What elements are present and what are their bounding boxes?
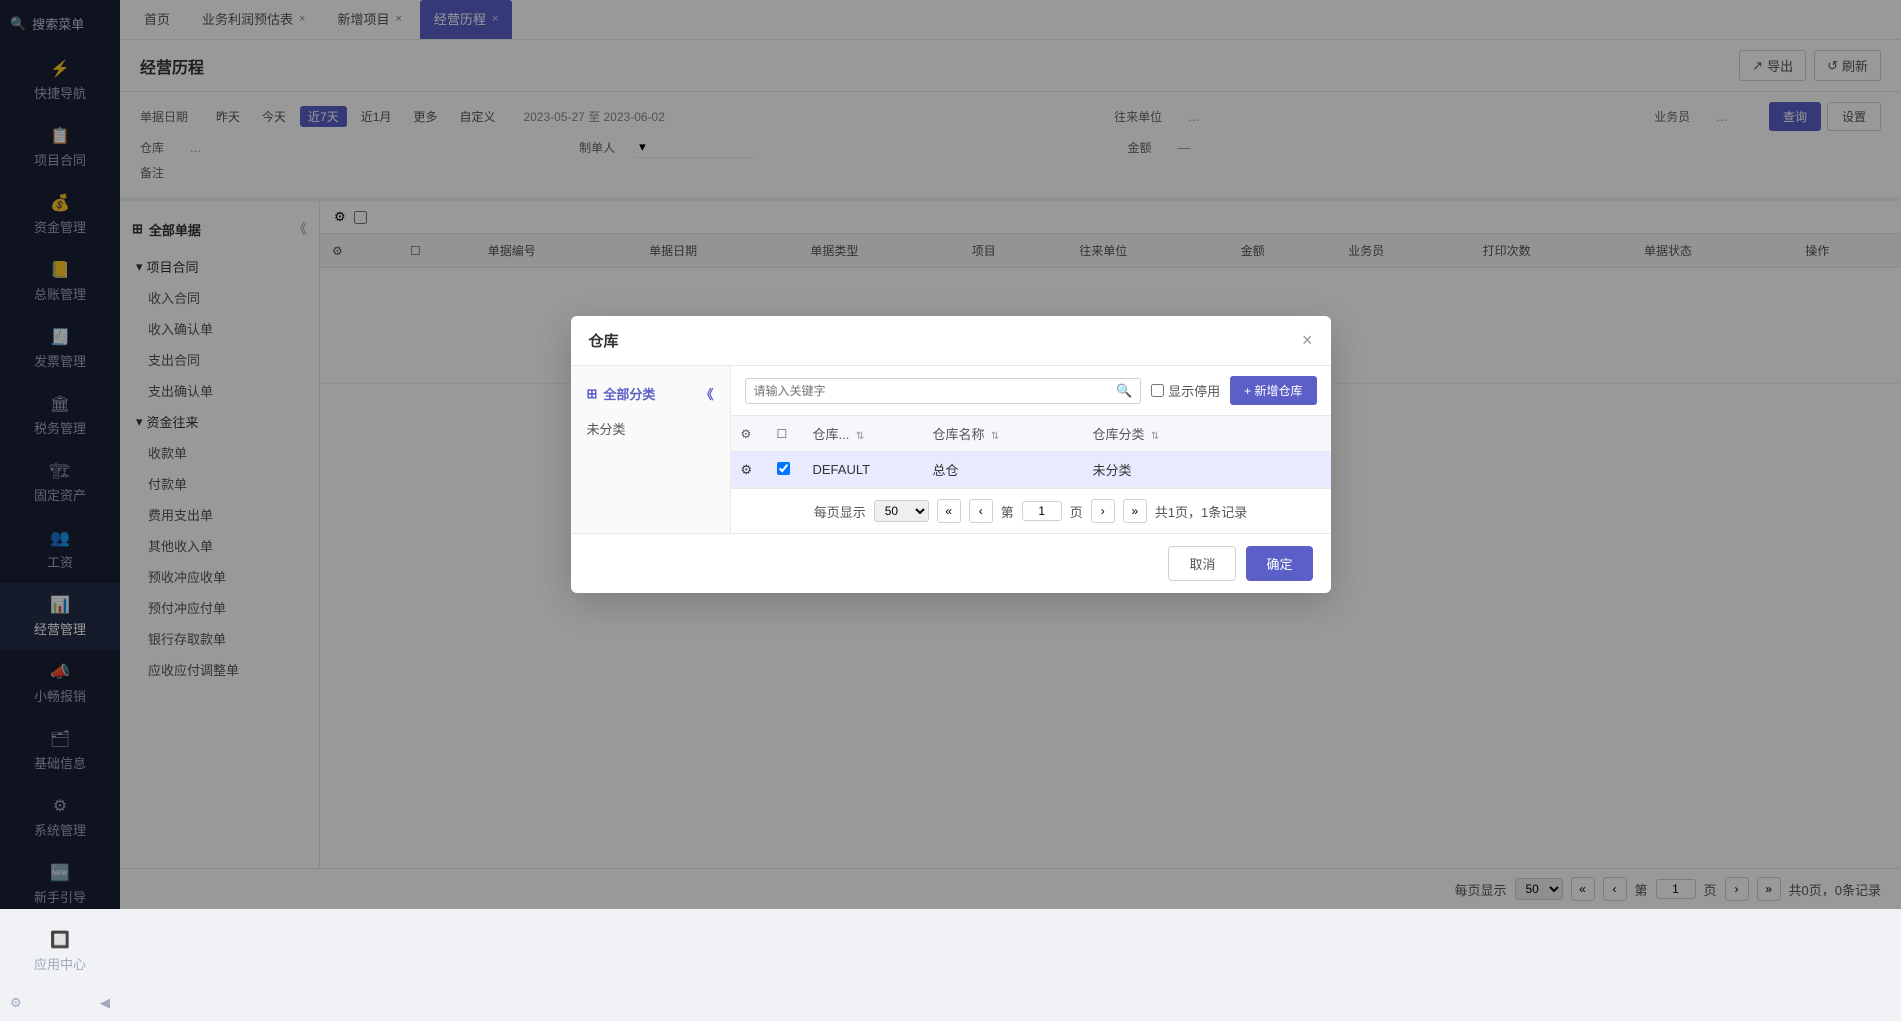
modal-total-info: 共1页，1条记录 [1155, 502, 1247, 521]
modal-col-code: 仓库... ⇅ [803, 416, 923, 452]
show-disabled-checkbox[interactable] [1151, 384, 1164, 397]
modal-header: 仓库 × [571, 316, 1331, 366]
modal-body: ⊞ 全部分类 《 未分类 🔍 显示停用 [571, 366, 1331, 533]
modal-col-category: 仓库分类 ⇅ [1083, 416, 1331, 452]
modal-table-container: ⚙ ☐ 仓库... ⇅ 仓库名称 ⇅ [731, 416, 1331, 488]
warehouse-search-icon: 🔍 [1116, 383, 1132, 399]
modal-next-page-btn[interactable]: › [1091, 499, 1115, 523]
modal-title: 仓库 [589, 330, 619, 351]
modal-table-row[interactable]: ⚙ DEFAULT 总仓 未分类 [731, 452, 1331, 488]
cat-sort-icon[interactable]: ⇅ [1151, 431, 1159, 442]
modal-page-size-select[interactable]: 50 10 20 100 [874, 500, 929, 522]
sidebar-bottom: ⚙ ◀ [0, 985, 120, 1021]
modal-close-button[interactable]: × [1302, 330, 1313, 351]
warehouse-search-box: 🔍 [745, 378, 1142, 404]
modal-prev-page-btn[interactable]: ‹ [969, 499, 993, 523]
name-sort-icon[interactable]: ⇅ [991, 431, 999, 442]
confirm-button[interactable]: 确定 [1246, 546, 1312, 581]
modal-page-label: 第 [1001, 502, 1014, 521]
modal-table-header-row: ⚙ ☐ 仓库... ⇅ 仓库名称 ⇅ [731, 416, 1331, 452]
modal-col-checkbox: ☐ [767, 416, 803, 452]
modal-row-category: 未分类 [1083, 452, 1331, 488]
cancel-button[interactable]: 取消 [1168, 546, 1236, 581]
modal-sidebar-all-categories[interactable]: ⊞ 全部分类 《 [571, 376, 730, 411]
modal-page-input[interactable] [1022, 501, 1062, 521]
code-sort-icon[interactable]: ⇅ [856, 431, 864, 442]
sidebar-collapse-icon[interactable]: ◀ [100, 995, 110, 1011]
modal-col-name: 仓库名称 ⇅ [923, 416, 1083, 452]
app-center-icon: 🔲 [50, 930, 70, 950]
modal-col-gear: ⚙ [731, 416, 767, 452]
modal-pagination: 每页显示 50 10 20 100 « ‹ 第 页 › » 共1页，1条记录 [731, 488, 1331, 533]
modal-row-name: 总仓 [923, 452, 1083, 488]
sidebar-item-label: 应用中心 [34, 954, 86, 973]
modal-data-table: ⚙ ☐ 仓库... ⇅ 仓库名称 ⇅ [731, 416, 1331, 488]
show-disabled-label[interactable]: 显示停用 [1151, 381, 1220, 400]
modal-sidebar-collapse-icon[interactable]: 《 [700, 384, 713, 403]
modal-sidebar-uncategorized[interactable]: 未分类 [571, 411, 730, 446]
modal-row-code: DEFAULT [803, 452, 923, 488]
warehouse-modal: 仓库 × ⊞ 全部分类 《 未分类 [571, 316, 1331, 593]
sidebar-item-app-center[interactable]: 🔲 应用中心 [0, 918, 120, 985]
modal-page-size-label: 每页显示 [814, 502, 866, 521]
modal-first-page-btn[interactable]: « [937, 499, 961, 523]
modal-overlay: 仓库 × ⊞ 全部分类 《 未分类 [0, 0, 1901, 909]
modal-all-categories-label: 全部分类 [603, 384, 655, 403]
add-warehouse-button[interactable]: + 新增仓库 [1230, 376, 1316, 405]
modal-toolbar: 🔍 显示停用 + 新增仓库 [731, 366, 1331, 416]
modal-sidebar: ⊞ 全部分类 《 未分类 [571, 366, 731, 533]
modal-sidebar-uncategorized-label: 未分类 [587, 419, 626, 438]
modal-row-gear: ⚙ [731, 452, 767, 488]
modal-footer: 取消 确定 [571, 533, 1331, 593]
modal-last-page-btn[interactable]: » [1123, 499, 1147, 523]
grid-icon-modal: ⊞ [587, 386, 598, 402]
warehouse-search-input[interactable] [754, 384, 1110, 398]
sidebar-settings-icon[interactable]: ⚙ [10, 995, 22, 1011]
modal-row-checkbox[interactable] [767, 452, 803, 488]
modal-main: 🔍 显示停用 + 新增仓库 ⚙ ☐ [731, 366, 1331, 533]
modal-page-unit: 页 [1070, 502, 1083, 521]
